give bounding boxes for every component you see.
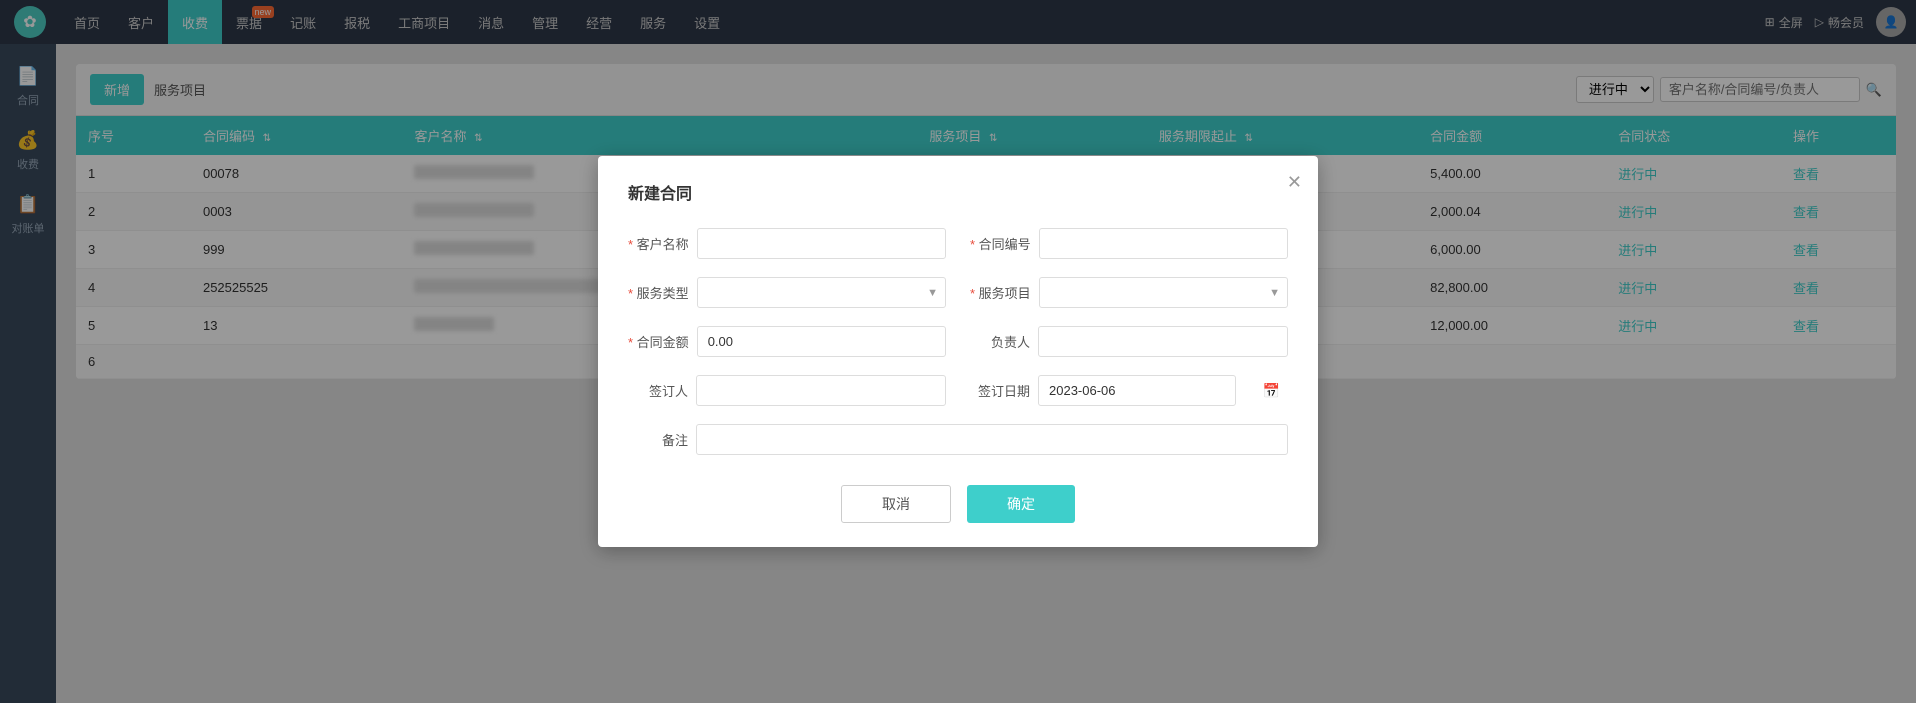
form-row-responsible: 负责人 [970, 326, 1288, 357]
sign-date-label: 签订日期 [970, 381, 1030, 400]
calendar-icon: 📅 [1263, 382, 1280, 399]
service-type-select-wrap: ▼ [697, 277, 946, 308]
modal-footer: 取消 确定 [628, 485, 1288, 523]
form-row-signer: 签订人 [628, 375, 946, 406]
form-row-customer: 客户名称 [628, 228, 946, 259]
form-row-service-type: 服务类型 ▼ [628, 277, 946, 308]
cancel-button[interactable]: 取消 [841, 485, 951, 523]
form-row-amount: 合同金额 [628, 326, 946, 357]
responsible-input[interactable] [1038, 326, 1288, 357]
modal-form: 客户名称 合同编号 服务类型 ▼ 服务项目 ▼ [628, 228, 1288, 455]
responsible-label: 负责人 [970, 332, 1030, 351]
signer-label: 签订人 [628, 381, 688, 400]
contract-no-label: 合同编号 [970, 234, 1031, 253]
amount-label: 合同金额 [628, 332, 689, 351]
modal-close-button[interactable]: ✕ [1287, 172, 1302, 193]
form-row-contract-no: 合同编号 [970, 228, 1288, 259]
sign-date-wrap: 📅 [1038, 375, 1288, 406]
signer-input[interactable] [696, 375, 946, 406]
amount-input[interactable] [697, 326, 946, 357]
notes-label: 备注 [628, 430, 688, 449]
customer-name-input[interactable] [697, 228, 946, 259]
customer-name-label: 客户名称 [628, 234, 689, 253]
new-contract-modal: ✕ 新建合同 客户名称 合同编号 服务类型 ▼ 服务项目 [598, 156, 1318, 547]
form-row-service-item: 服务项目 ▼ [970, 277, 1288, 308]
modal-overlay[interactable]: ✕ 新建合同 客户名称 合同编号 服务类型 ▼ 服务项目 [0, 0, 1916, 703]
confirm-button[interactable]: 确定 [967, 485, 1075, 523]
service-item-label: 服务项目 [970, 283, 1031, 302]
form-row-notes: 备注 [628, 424, 1288, 455]
form-row-sign-date: 签订日期 📅 [970, 375, 1288, 406]
service-item-select-wrap: ▼ [1039, 277, 1288, 308]
contract-no-input[interactable] [1039, 228, 1288, 259]
service-type-select[interactable] [697, 277, 946, 308]
service-item-select[interactable] [1039, 277, 1288, 308]
notes-input[interactable] [696, 424, 1288, 455]
service-type-label: 服务类型 [628, 283, 689, 302]
sign-date-input[interactable] [1038, 375, 1236, 406]
modal-title: 新建合同 [628, 180, 1288, 204]
